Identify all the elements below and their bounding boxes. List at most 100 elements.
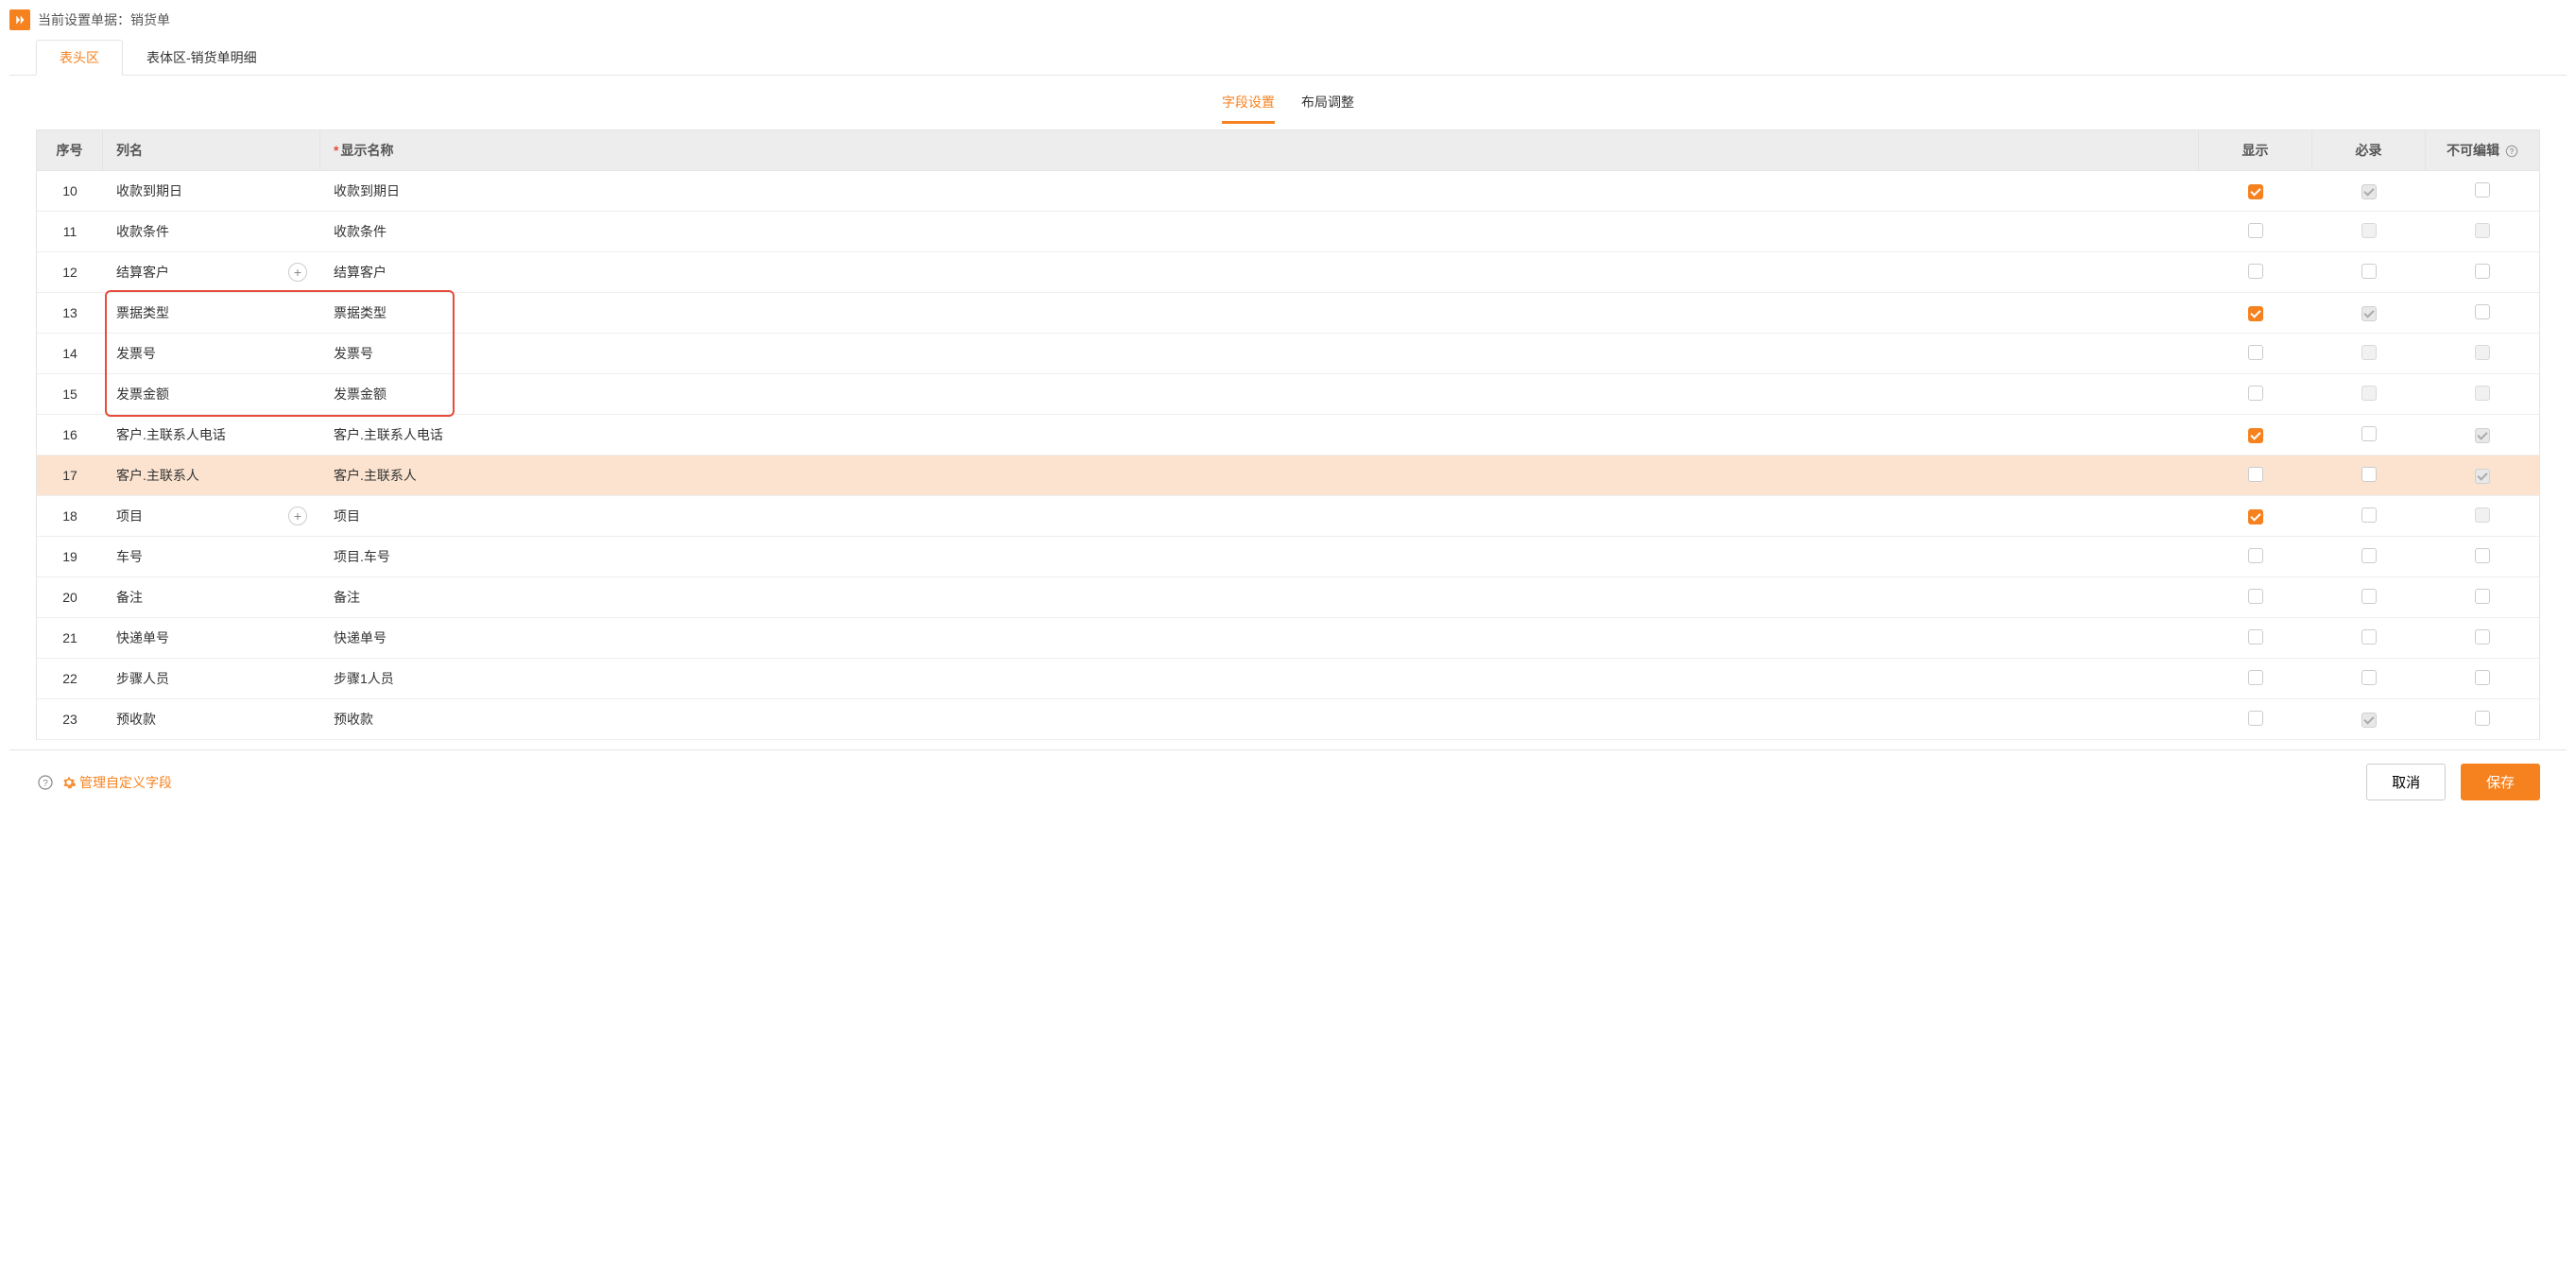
checkbox-required[interactable]: [2361, 467, 2377, 482]
checkbox-show[interactable]: [2248, 467, 2263, 482]
checkbox-show[interactable]: [2248, 711, 2263, 726]
page-title-doc: 销货单: [130, 12, 170, 27]
cell-required: [2312, 497, 2426, 536]
table-row[interactable]: 20备注备注: [37, 577, 2539, 618]
checkbox-required: [2361, 713, 2377, 728]
save-button[interactable]: 保存: [2461, 764, 2540, 800]
cell-display-name[interactable]: 收款到期日: [320, 171, 2199, 211]
table-row[interactable]: 18项目+项目: [37, 496, 2539, 537]
checkbox-required[interactable]: [2361, 629, 2377, 645]
cell-display-name[interactable]: 客户.主联系人: [320, 456, 2199, 495]
cell-display-name[interactable]: 步骤1人员: [320, 659, 2199, 698]
checkbox-show[interactable]: [2248, 428, 2263, 443]
table-body: 10收款到期日收款到期日11收款条件收款条件12结算客户+结算客户13票据类型票…: [36, 171, 2540, 740]
checkbox-locked[interactable]: [2475, 589, 2490, 604]
table-row[interactable]: 21快递单号快递单号: [37, 618, 2539, 659]
cell-display-name[interactable]: 结算客户: [320, 252, 2199, 292]
manage-custom-fields-link[interactable]: 管理自定义字段: [62, 773, 172, 792]
table-row[interactable]: 14发票号发票号: [37, 334, 2539, 374]
checkbox-required[interactable]: [2361, 670, 2377, 685]
cell-name: 预收款: [103, 699, 320, 739]
table-row[interactable]: 22步骤人员步骤1人员: [37, 659, 2539, 699]
cell-seq: 19: [37, 539, 103, 575]
cell-show: [2199, 700, 2312, 739]
cell-name: 发票号: [103, 334, 320, 373]
checkbox-locked[interactable]: [2475, 182, 2490, 198]
col-header-seq: 序号: [37, 130, 103, 170]
checkbox-required[interactable]: [2361, 426, 2377, 441]
checkbox-show[interactable]: [2248, 264, 2263, 279]
checkbox-required[interactable]: [2361, 589, 2377, 604]
checkbox-required[interactable]: [2361, 507, 2377, 523]
cancel-button[interactable]: 取消: [2366, 764, 2446, 800]
add-subfield-button[interactable]: +: [288, 263, 307, 282]
cell-display-name[interactable]: 发票号: [320, 334, 2199, 373]
cell-display-name[interactable]: 预收款: [320, 699, 2199, 739]
tab-body-area[interactable]: 表体区-销货单明细: [123, 40, 281, 76]
table-row[interactable]: 16客户.主联系人电话客户.主联系人电话: [37, 415, 2539, 456]
cell-show: [2199, 213, 2312, 251]
cell-display-name[interactable]: 备注: [320, 577, 2199, 617]
cell-display-name[interactable]: 发票金额: [320, 374, 2199, 414]
gear-icon: [62, 776, 76, 789]
cell-display-name[interactable]: 票据类型: [320, 293, 2199, 333]
checkbox-locked[interactable]: [2475, 670, 2490, 685]
col-header-display: *显示名称: [320, 130, 2199, 170]
checkbox-show[interactable]: [2248, 306, 2263, 321]
add-subfield-button[interactable]: +: [288, 507, 307, 525]
checkbox-show[interactable]: [2248, 509, 2263, 524]
checkbox-locked: [2475, 223, 2490, 238]
cell-locked: [2426, 375, 2539, 414]
checkbox-show[interactable]: [2248, 589, 2263, 604]
table-row[interactable]: 15发票金额发票金额: [37, 374, 2539, 415]
table-row[interactable]: 23预收款预收款: [37, 699, 2539, 740]
checkbox-show[interactable]: [2248, 345, 2263, 360]
checkbox-locked[interactable]: [2475, 548, 2490, 563]
cell-required: [2312, 213, 2426, 251]
table-row[interactable]: 10收款到期日收款到期日: [37, 171, 2539, 212]
cell-name-text: 票据类型: [116, 303, 169, 322]
checkbox-show[interactable]: [2248, 184, 2263, 199]
area-tabs: 表头区 表体区-销货单明细: [9, 40, 2567, 76]
checkbox-show[interactable]: [2248, 629, 2263, 645]
cell-show: [2199, 619, 2312, 658]
expand-panel-button[interactable]: [9, 9, 30, 30]
cell-seq: 22: [37, 661, 103, 696]
cell-name: 项目+: [103, 496, 320, 536]
table-row[interactable]: 19车号项目.车号: [37, 537, 2539, 577]
cell-name-text: 发票金额: [116, 385, 169, 404]
cell-display-name[interactable]: 项目.车号: [320, 537, 2199, 576]
checkbox-required[interactable]: [2361, 548, 2377, 563]
cell-name: 快递单号: [103, 618, 320, 658]
col-header-show: 显示: [2199, 130, 2312, 170]
subtab-layout-adjust[interactable]: 布局调整: [1301, 87, 1354, 124]
checkbox-locked[interactable]: [2475, 264, 2490, 279]
cell-display-name[interactable]: 客户.主联系人电话: [320, 415, 2199, 455]
subtab-field-settings[interactable]: 字段设置: [1222, 87, 1275, 124]
cell-required: [2312, 538, 2426, 576]
cell-required: [2312, 456, 2426, 495]
checkbox-locked[interactable]: [2475, 629, 2490, 645]
help-icon[interactable]: ?: [2505, 145, 2518, 158]
footer-help-icon[interactable]: ?: [38, 775, 53, 790]
checkbox-required[interactable]: [2361, 264, 2377, 279]
checkbox-required: [2361, 306, 2377, 321]
table-row[interactable]: 17客户.主联系人客户.主联系人: [37, 456, 2539, 496]
tab-header-area[interactable]: 表头区: [36, 40, 123, 76]
table-row[interactable]: 13票据类型票据类型: [37, 293, 2539, 334]
cell-show: [2199, 578, 2312, 617]
checkbox-show[interactable]: [2248, 223, 2263, 238]
cell-show: [2199, 375, 2312, 414]
page-title-prefix: 当前设置单据：: [38, 12, 130, 27]
checkbox-show[interactable]: [2248, 670, 2263, 685]
cell-display-name[interactable]: 快递单号: [320, 618, 2199, 658]
checkbox-locked[interactable]: [2475, 304, 2490, 319]
cell-name: 收款到期日: [103, 171, 320, 211]
checkbox-locked[interactable]: [2475, 711, 2490, 726]
cell-display-name[interactable]: 项目: [320, 496, 2199, 536]
checkbox-show[interactable]: [2248, 386, 2263, 401]
cell-display-name[interactable]: 收款条件: [320, 212, 2199, 251]
table-row[interactable]: 12结算客户+结算客户: [37, 252, 2539, 293]
table-row[interactable]: 11收款条件收款条件: [37, 212, 2539, 252]
checkbox-show[interactable]: [2248, 548, 2263, 563]
